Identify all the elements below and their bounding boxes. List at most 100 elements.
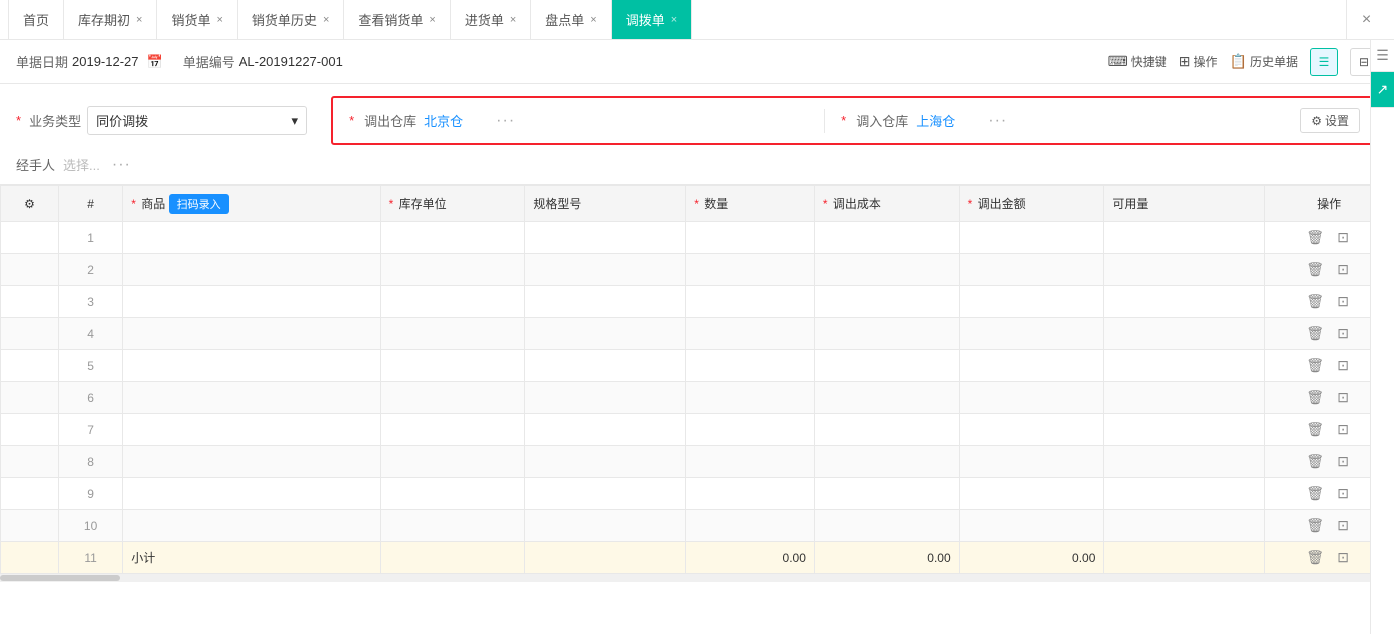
row-amount[interactable] [959, 382, 1104, 414]
sidebar-list-button[interactable]: ☰ [1371, 40, 1394, 72]
row-qty[interactable] [686, 510, 815, 542]
row-spec[interactable] [525, 414, 686, 446]
target-warehouse-more[interactable]: ··· [988, 112, 1007, 130]
row-unit[interactable] [380, 318, 525, 350]
copy-icon[interactable]: ⊡ [1333, 420, 1353, 440]
row-unit[interactable] [380, 254, 525, 286]
operations-button[interactable]: ⊞ 操作 [1179, 53, 1218, 70]
row-qty[interactable] [686, 478, 815, 510]
row-goods[interactable] [123, 350, 380, 382]
window-close-button[interactable]: × [1346, 0, 1386, 40]
tab-stocktake[interactable]: 盘点单 × [531, 0, 611, 39]
source-warehouse-more[interactable]: ··· [496, 112, 515, 130]
tab-close-inventory-init[interactable]: × [136, 14, 142, 26]
row-unit[interactable] [380, 478, 525, 510]
delete-icon[interactable]: 🗑 [1305, 548, 1325, 568]
row-qty[interactable] [686, 286, 815, 318]
row-spec[interactable] [525, 254, 686, 286]
copy-icon[interactable]: ⊡ [1333, 292, 1353, 312]
row-amount[interactable] [959, 286, 1104, 318]
row-cost[interactable] [814, 318, 959, 350]
row-amount[interactable] [959, 318, 1104, 350]
delete-icon[interactable]: 🗑 [1305, 324, 1325, 344]
copy-icon[interactable]: ⊡ [1333, 228, 1353, 248]
source-warehouse-value[interactable]: 北京仓 [424, 111, 484, 130]
row-spec[interactable] [525, 350, 686, 382]
delete-icon[interactable]: 🗑 [1305, 420, 1325, 440]
copy-icon[interactable]: ⊡ [1333, 484, 1353, 504]
row-unit[interactable] [380, 510, 525, 542]
list-view-button[interactable]: ☰ [1310, 48, 1338, 76]
row-spec[interactable] [525, 318, 686, 350]
delete-icon[interactable]: 🗑 [1305, 452, 1325, 472]
history-button[interactable]: 📋 历史单据 [1230, 53, 1298, 70]
row-goods[interactable] [123, 222, 380, 254]
agent-input[interactable]: 选择... [63, 155, 100, 174]
row-qty[interactable] [686, 350, 815, 382]
delete-icon[interactable]: 🗑 [1305, 260, 1325, 280]
row-amount[interactable] [959, 414, 1104, 446]
tab-close-purchase-order[interactable]: × [510, 14, 516, 26]
copy-icon[interactable]: ⊡ [1333, 324, 1353, 344]
doc-date-value[interactable]: 2019-12-27 [72, 54, 139, 69]
tab-home[interactable]: 首页 [8, 0, 64, 39]
sidebar-export-button[interactable]: ↗ [1371, 72, 1394, 108]
copy-icon[interactable]: ⊡ [1333, 516, 1353, 536]
tab-close-sales-history[interactable]: × [323, 14, 329, 26]
row-spec[interactable] [525, 222, 686, 254]
tab-view-sales[interactable]: 查看销货单 × [344, 0, 450, 39]
horizontal-scrollbar[interactable] [0, 574, 1394, 582]
row-goods[interactable] [123, 446, 380, 478]
doc-no-value[interactable]: AL-20191227-001 [239, 54, 343, 69]
tab-close-transfer[interactable]: × [671, 14, 677, 26]
row-qty[interactable] [686, 222, 815, 254]
row-spec[interactable] [525, 510, 686, 542]
row-cost[interactable] [814, 414, 959, 446]
row-spec[interactable] [525, 446, 686, 478]
row-cost[interactable] [814, 478, 959, 510]
row-qty[interactable] [686, 382, 815, 414]
row-amount[interactable] [959, 350, 1104, 382]
row-unit[interactable] [380, 350, 525, 382]
row-goods[interactable] [123, 254, 380, 286]
row-cost[interactable] [814, 446, 959, 478]
delete-icon[interactable]: 🗑 [1305, 356, 1325, 376]
tab-transfer[interactable]: 调拨单 × [612, 0, 692, 39]
copy-icon[interactable]: ⊡ [1333, 452, 1353, 472]
tab-inventory-init[interactable]: 库存期初 × [64, 0, 157, 39]
row-goods[interactable] [123, 478, 380, 510]
copy-icon[interactable]: ⊡ [1333, 548, 1353, 568]
row-amount[interactable] [959, 222, 1104, 254]
col-gear[interactable]: ⚙ [1, 186, 59, 222]
row-qty[interactable] [686, 254, 815, 286]
row-cost[interactable] [814, 350, 959, 382]
tab-purchase-order[interactable]: 进货单 × [451, 0, 531, 39]
row-cost[interactable] [814, 286, 959, 318]
row-amount[interactable] [959, 446, 1104, 478]
copy-icon[interactable]: ⊡ [1333, 260, 1353, 280]
row-qty[interactable] [686, 446, 815, 478]
copy-icon[interactable]: ⊡ [1333, 356, 1353, 376]
row-goods[interactable] [123, 510, 380, 542]
row-unit[interactable] [380, 222, 525, 254]
row-spec[interactable] [525, 286, 686, 318]
calendar-icon[interactable]: 📅 [147, 54, 163, 70]
scan-input-button[interactable]: 扫码录入 [169, 194, 229, 214]
delete-icon[interactable]: 🗑 [1305, 484, 1325, 504]
row-unit[interactable] [380, 446, 525, 478]
tab-close-sales-order[interactable]: × [216, 14, 222, 26]
row-cost[interactable] [814, 222, 959, 254]
row-amount[interactable] [959, 510, 1104, 542]
tab-sales-order[interactable]: 销货单 × [157, 0, 237, 39]
agent-more[interactable]: ··· [112, 156, 131, 174]
row-spec[interactable] [525, 382, 686, 414]
row-goods[interactable] [123, 318, 380, 350]
setting-button[interactable]: ⚙ 设置 [1300, 108, 1360, 133]
tab-close-view-sales[interactable]: × [429, 14, 435, 26]
row-qty[interactable] [686, 414, 815, 446]
row-goods[interactable] [123, 286, 380, 318]
row-spec[interactable] [525, 478, 686, 510]
delete-icon[interactable]: 🗑 [1305, 516, 1325, 536]
row-cost[interactable] [814, 510, 959, 542]
delete-icon[interactable]: 🗑 [1305, 228, 1325, 248]
